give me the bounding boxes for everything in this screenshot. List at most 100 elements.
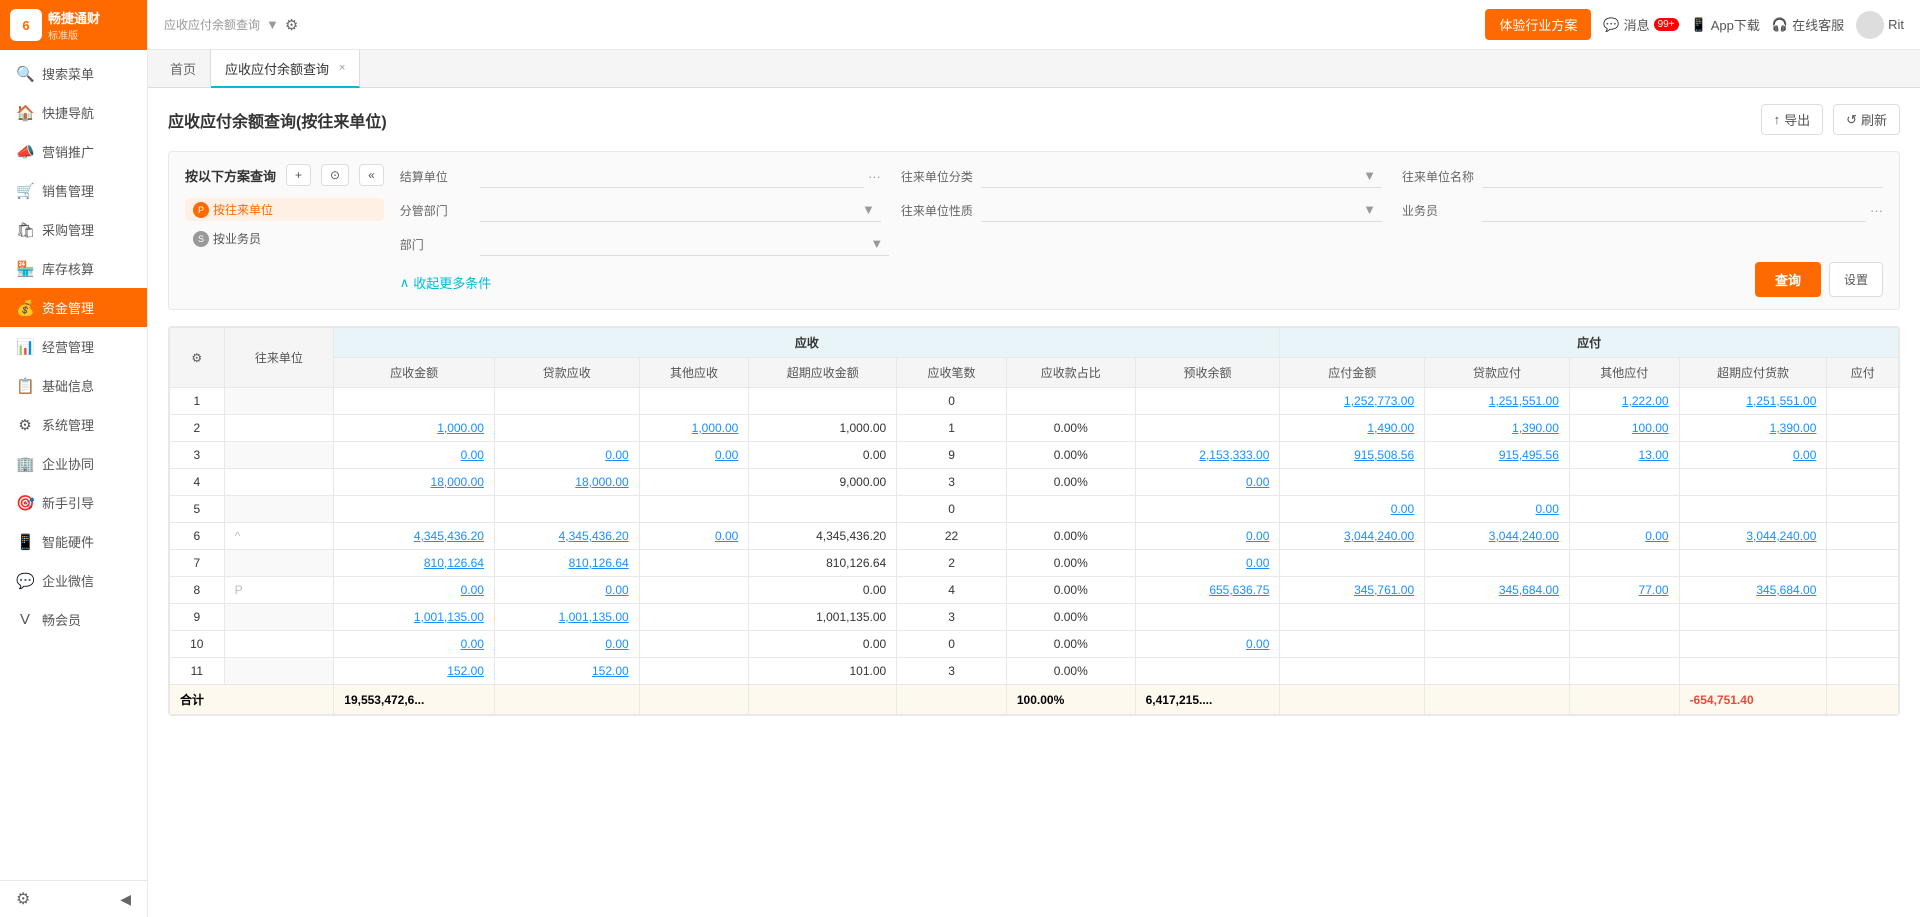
online-service-btn[interactable]: 🎧 在线客服 [1772,15,1844,34]
table-cell[interactable]: 0.00 [1135,550,1280,577]
query-btn[interactable]: 查询 [1755,262,1821,297]
table-cell[interactable]: 0.00 [639,523,749,550]
partner-nature-dropdown-icon[interactable]: ▼ [1363,202,1376,217]
table-cell[interactable]: 2,153,333.00 [1135,442,1280,469]
table-cell[interactable]: 810,126.64 [334,550,495,577]
sidebar-item-member[interactable]: V畅会员 [0,600,147,639]
sidebar-item-inventory[interactable]: 🏪库存核算 [0,249,147,288]
table-cell[interactable]: 345,761.00 [1280,577,1425,604]
table-cell[interactable]: 18,000.00 [334,469,495,496]
sidebar-item-basic-info[interactable]: 📋基础信息 [0,366,147,405]
table-cell[interactable]: 18,000.00 [494,469,639,496]
table-cell[interactable]: 3,044,240.00 [1280,523,1425,550]
table-cell[interactable]: 345,684.00 [1679,577,1827,604]
sidebar-item-marketing[interactable]: 📣营销推广 [0,132,147,171]
table-cell[interactable]: 1,390.00 [1425,415,1570,442]
table-cell[interactable]: 152.00 [494,658,639,685]
table-cell[interactable]: 0.00 [1679,442,1827,469]
table-cell[interactable]: 915,495.56 [1425,442,1570,469]
settlement-unit-input[interactable] [480,165,864,188]
filter-add-btn[interactable]: + [286,164,311,186]
table-cell[interactable]: 77.00 [1569,577,1679,604]
filter-settings-btn[interactable]: 设置 [1829,262,1883,297]
tab-close-ar-ap[interactable]: × [339,62,345,74]
partner-nature-input[interactable] [987,203,1363,217]
sidebar-item-system[interactable]: ⚙系统管理 [0,405,147,444]
sidebar-item-sales[interactable]: 🛒销售管理 [0,171,147,210]
user-profile[interactable]: Rit [1856,11,1904,39]
table-cell[interactable]: 1,251,551.00 [1679,388,1827,415]
collapse-more-btn[interactable]: ∧ 收起更多条件 [400,267,492,292]
gear-icon[interactable]: ⚙ [285,16,298,34]
table-cell[interactable]: 0.00 [1135,523,1280,550]
industry-btn[interactable]: 体验行业方案 [1485,9,1591,40]
filter-more-btn[interactable]: « [359,164,384,186]
salesperson-dots[interactable]: ··· [1870,203,1883,218]
scheme-by-partner[interactable]: P 按往来单位 [185,198,384,221]
salesperson-input[interactable] [1482,199,1866,222]
table-cell[interactable]: 810,126.64 [494,550,639,577]
table-cell[interactable]: 0.00 [1569,523,1679,550]
partner-name-input[interactable] [1482,165,1883,188]
chevron-down-icon[interactable]: ▼ [266,17,279,32]
sidebar-item-corp-wechat[interactable]: 💬企业微信 [0,561,147,600]
table-cell[interactable]: 0.00 [639,442,749,469]
table-cell[interactable]: 1,001,135.00 [494,604,639,631]
footer-collapse-icon[interactable]: ◀ [120,891,131,908]
partner-category-input[interactable] [987,169,1363,183]
table-cell[interactable]: 0.00 [334,442,495,469]
table-cell[interactable]: 1,001,135.00 [334,604,495,631]
table-cell[interactable]: 655,636.75 [1135,577,1280,604]
department-dropdown-icon[interactable]: ▼ [870,236,883,251]
th-settings[interactable]: ⚙ [170,328,225,388]
table-cell: 0.00% [1006,415,1135,442]
table-cell[interactable]: 152.00 [334,658,495,685]
table-cell[interactable]: 345,684.00 [1425,577,1570,604]
table-cell[interactable]: 100.00 [1569,415,1679,442]
sidebar-item-corp-collab[interactable]: 🏢企业协同 [0,444,147,483]
table-cell[interactable]: 4,345,436.20 [334,523,495,550]
table-cell[interactable]: 0.00 [334,631,495,658]
partner-category-dropdown-icon[interactable]: ▼ [1363,168,1376,183]
table-cell[interactable]: 0.00 [1280,496,1425,523]
sidebar-item-smart-hw[interactable]: 📱智能硬件 [0,522,147,561]
table-cell[interactable]: 0.00 [494,631,639,658]
table-cell[interactable]: 1,490.00 [1280,415,1425,442]
message-btn[interactable]: 💬 消息 99+ [1603,15,1678,34]
tab-home[interactable]: 首页 [156,50,211,88]
table-cell[interactable]: 0.00 [494,442,639,469]
settlement-unit-dots[interactable]: ··· [868,169,881,184]
table-cell[interactable]: 1,000.00 [334,415,495,442]
table-cell[interactable]: 1,000.00 [639,415,749,442]
sidebar-item-operations[interactable]: 📊经营管理 [0,327,147,366]
export-btn[interactable]: ↑ 导出 [1761,104,1824,135]
table-cell[interactable]: 3,044,240.00 [1679,523,1827,550]
tab-ar-ap[interactable]: 应收应付余额查询× [211,50,360,88]
table-cell[interactable]: 915,508.56 [1280,442,1425,469]
department-input[interactable] [486,237,871,251]
footer-settings-icon[interactable]: ⚙ [16,889,30,909]
table-cell[interactable]: 4,345,436.20 [494,523,639,550]
table-cell[interactable]: 0.00 [334,577,495,604]
table-cell[interactable]: 13.00 [1569,442,1679,469]
table-cell[interactable]: 1,252,773.00 [1280,388,1425,415]
scheme-by-salesperson[interactable]: S 按业务员 [185,227,384,250]
table-cell[interactable]: 3,044,240.00 [1425,523,1570,550]
sidebar-item-quick-nav[interactable]: 🏠快捷导航 [0,93,147,132]
filter-settings-icon-btn[interactable]: ⊙ [321,164,349,186]
app-download-btn[interactable]: 📱 App下载 [1691,15,1760,34]
table-cell[interactable]: 1,251,551.00 [1425,388,1570,415]
sidebar-item-search[interactable]: 🔍搜索菜单 [0,54,147,93]
refresh-btn[interactable]: ↺ 刷新 [1833,104,1900,135]
table-cell[interactable]: 0.00 [1135,469,1280,496]
dept-input[interactable] [486,203,862,217]
table-cell[interactable]: 0.00 [494,577,639,604]
table-cell[interactable]: 0.00 [1135,631,1280,658]
sidebar-item-purchase[interactable]: 🛍采购管理 [0,210,147,249]
sidebar-item-guide[interactable]: 🎯新手引导 [0,483,147,522]
sidebar-item-finance[interactable]: 💰资金管理 [0,288,147,327]
dept-dropdown-icon[interactable]: ▼ [862,202,875,217]
table-cell[interactable]: 1,390.00 [1679,415,1827,442]
table-cell[interactable]: 0.00 [1425,496,1570,523]
table-cell[interactable]: 1,222.00 [1569,388,1679,415]
